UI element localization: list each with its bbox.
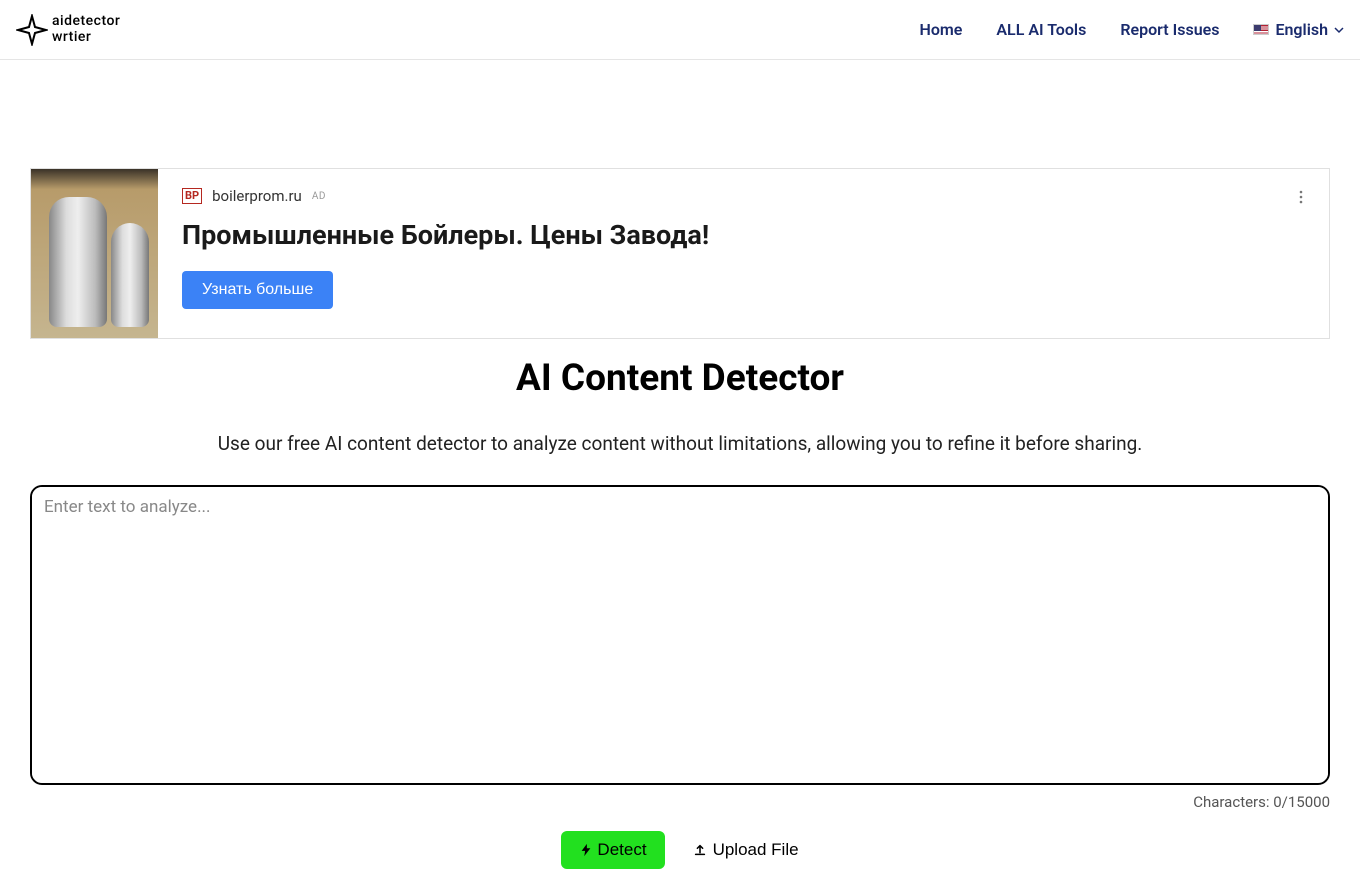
logo-line2: wrtier (52, 30, 120, 45)
main-nav: Home ALL AI Tools Report Issues English (919, 20, 1344, 39)
character-count: Characters: 0/15000 (30, 793, 1330, 811)
ad-domain: boilerprom.ru (212, 187, 302, 205)
analyze-input-container (30, 485, 1330, 785)
header: aidetector wrtier Home ALL AI Tools Repo… (0, 0, 1360, 60)
nav-home[interactable]: Home (919, 20, 962, 39)
more-vertical-icon (1293, 189, 1309, 205)
nav-language-selector[interactable]: English (1253, 20, 1344, 39)
ad-title: Промышленные Бойлеры. Цены Завода! (182, 219, 1305, 251)
logo-line1: aidetector (52, 14, 120, 29)
logo-text: aidetector wrtier (52, 14, 120, 45)
detect-button[interactable]: Detect (561, 831, 664, 869)
chevron-down-icon (1334, 25, 1344, 35)
nav-report-issues[interactable]: Report Issues (1120, 20, 1219, 39)
ad-source: BP boilerprom.ru AD (182, 187, 1305, 205)
ad-tag: AD (312, 191, 326, 202)
content: BP boilerprom.ru AD Промышленные Бойлеры… (10, 168, 1350, 869)
ad-body: BP boilerprom.ru AD Промышленные Бойлеры… (158, 169, 1329, 338)
upload-button[interactable]: Upload File (693, 840, 799, 860)
ad-image (31, 169, 158, 338)
analyze-input[interactable] (32, 487, 1328, 779)
nav-all-tools[interactable]: ALL AI Tools (996, 20, 1086, 39)
ad-cta-button[interactable]: Узнать больше (182, 271, 333, 309)
us-flag-icon (1253, 24, 1269, 35)
ad-badge: BP (182, 188, 202, 203)
logo[interactable]: aidetector wrtier (16, 14, 120, 46)
page-title: AI Content Detector (30, 357, 1330, 400)
bolt-icon (579, 843, 593, 857)
page-subtitle: Use our free AI content detector to anal… (30, 432, 1330, 455)
logo-star-icon (16, 14, 48, 46)
upload-button-label: Upload File (713, 840, 799, 860)
detect-button-label: Detect (597, 840, 646, 860)
ad-menu-button[interactable] (1293, 189, 1309, 205)
ad-card[interactable]: BP boilerprom.ru AD Промышленные Бойлеры… (30, 168, 1330, 339)
upload-icon (693, 843, 707, 857)
actions: Detect Upload File (30, 831, 1330, 869)
nav-language-label: English (1275, 20, 1328, 39)
